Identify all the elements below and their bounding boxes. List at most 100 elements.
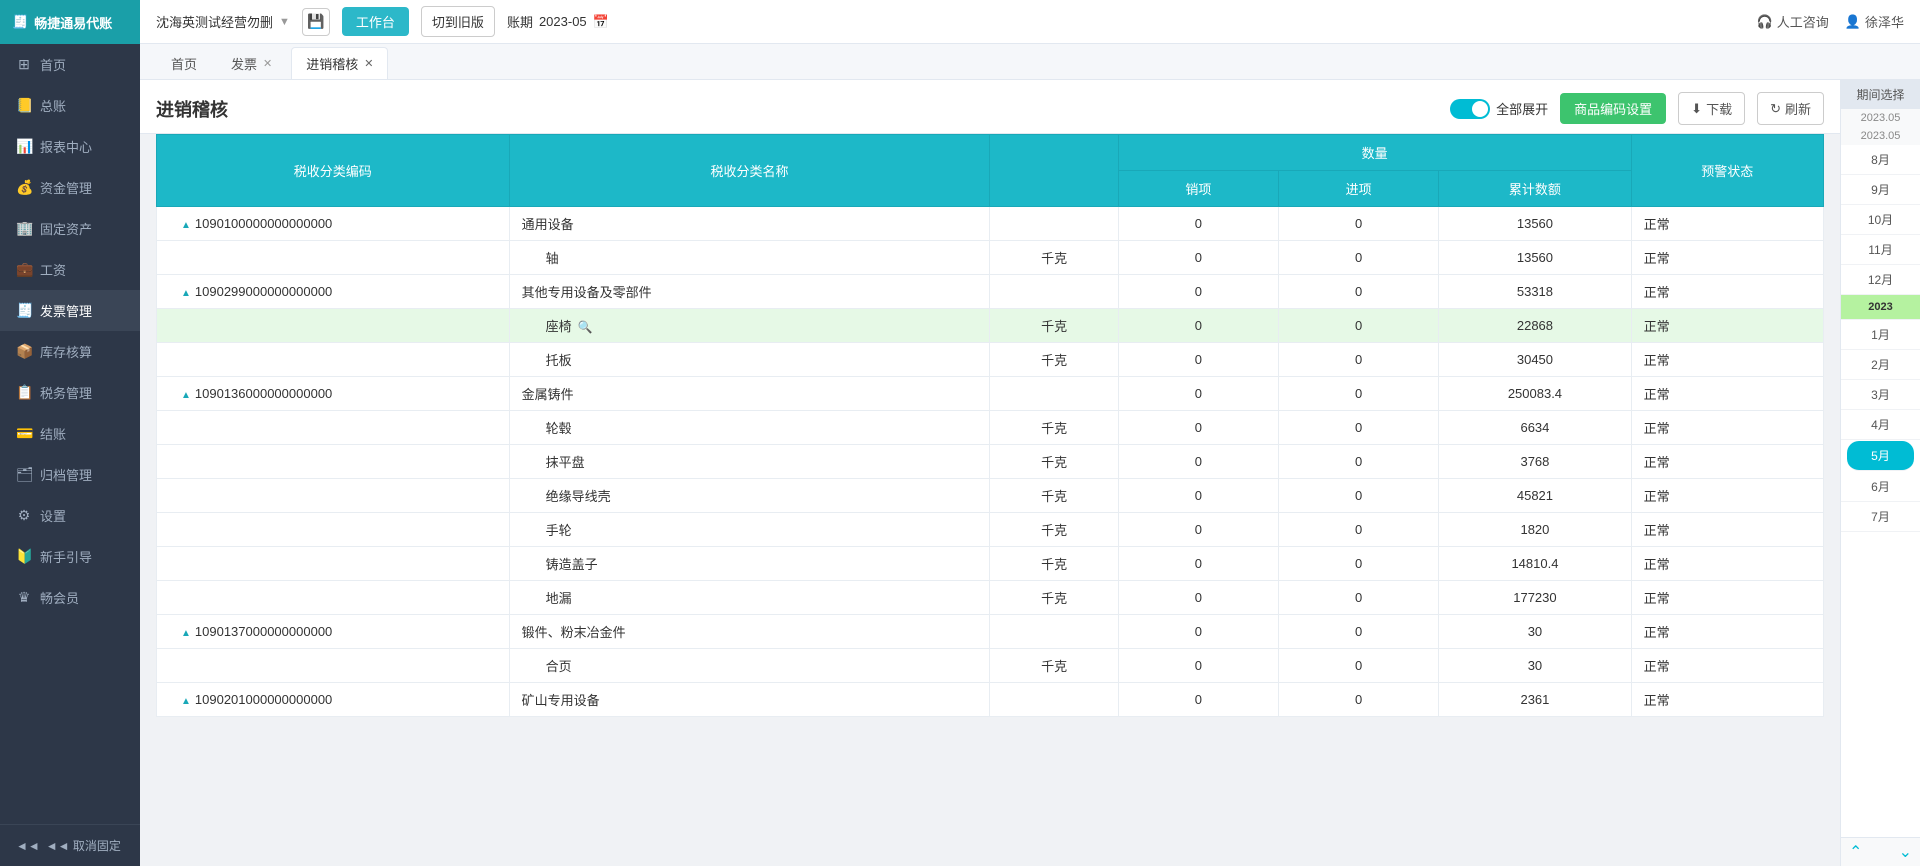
sidebar-item-assets[interactable]: 🏢固定资产 (0, 208, 140, 249)
logo-text: 畅捷通易代账 (34, 13, 112, 32)
tab-home[interactable]: 首页 (156, 47, 212, 79)
old-version-button[interactable]: 切到旧版 (421, 6, 495, 37)
period-up-btn[interactable]: ⌃ (1849, 842, 1862, 862)
row-unit: 千克 (990, 445, 1118, 479)
refresh-button[interactable]: ↻ 刷新 (1757, 92, 1824, 125)
period-month-5月[interactable]: 5月 (1847, 441, 1914, 471)
sidebar-item-guide[interactable]: 🔰新手引导 (0, 536, 140, 577)
assets-icon: 🏢 (16, 220, 32, 237)
expand-toggle[interactable] (1450, 99, 1490, 119)
invoices-icon: 🧾 (16, 302, 32, 319)
row-code (157, 581, 510, 615)
tab-close-invoice[interactable]: ✕ (263, 57, 272, 70)
row-unit: 千克 (990, 547, 1118, 581)
row-total: 13560 (1439, 207, 1631, 241)
row-purchase: 0 (1278, 615, 1438, 649)
tab-close-reconcile[interactable]: ✕ (364, 57, 373, 70)
row-status: 正常 (1631, 479, 1823, 513)
row-purchase: 0 (1278, 207, 1438, 241)
sidebar-item-ledger[interactable]: 📒总账 (0, 85, 140, 126)
table-row: ▲1090136000000000000 金属铸件 0 0 250083.4 正… (157, 377, 1824, 411)
page-actions: 全部展开 商品编码设置 ⬇ 下载 ↻ 刷新 (1450, 92, 1824, 125)
search-icon[interactable]: 🔍 (578, 320, 593, 334)
company-selector[interactable]: 沈海英测试经营勿删 ▼ (156, 12, 290, 31)
help-button[interactable]: 🎧 人工咨询 (1757, 12, 1829, 31)
sidebar-label-settings: 设置 (40, 506, 66, 525)
period-month-3月[interactable]: 3月 (1841, 380, 1920, 410)
sidebar-item-reports[interactable]: 📊报表中心 (0, 126, 140, 167)
expand-icon[interactable]: ▲ (181, 220, 191, 231)
row-purchase: 0 (1278, 479, 1438, 513)
row-sale: 0 (1118, 649, 1278, 683)
sidebar-item-settings[interactable]: ⚙设置 (0, 495, 140, 536)
row-total: 30450 (1439, 343, 1631, 377)
row-name: 通用设备 (509, 207, 990, 241)
th-unit (990, 135, 1118, 207)
row-unit: 千克 (990, 343, 1118, 377)
sidebar-item-tax[interactable]: 📋税务管理 (0, 372, 140, 413)
row-total: 53318 (1439, 275, 1631, 309)
tab-invoice[interactable]: 发票 ✕ (216, 47, 287, 79)
archive-icon: 🗂 (16, 466, 32, 483)
table-row: ▲1090299000000000000 其他专用设备及零部件 0 0 5331… (157, 275, 1824, 309)
row-code: ▲1090136000000000000 (157, 377, 510, 411)
tab-label-home: 首页 (171, 54, 197, 73)
sidebar-item-archive[interactable]: 🗂归档管理 (0, 454, 140, 495)
sidebar-item-funds[interactable]: 💰资金管理 (0, 167, 140, 208)
row-code: ▲1090201000000000000 (157, 683, 510, 717)
sidebar-item-member[interactable]: ♛畅会员 (0, 577, 140, 618)
period-month-4月[interactable]: 4月 (1841, 410, 1920, 440)
footer-label: ◄◄ 取消固定 (46, 837, 121, 854)
workbench-button[interactable]: 工作台 (342, 7, 409, 36)
period-year-divider: 2023 (1841, 295, 1920, 320)
expand-icon[interactable]: ▲ (181, 288, 191, 299)
download-button[interactable]: ⬇ 下载 (1678, 92, 1745, 125)
tab-label-reconcile: 进销稽核 (306, 54, 358, 73)
row-name: 合页 (509, 649, 990, 683)
sidebar-footer-btn[interactable]: ◄◄ ◄◄ 取消固定 (0, 824, 140, 866)
row-name: 地漏 (509, 581, 990, 615)
expand-icon[interactable]: ▲ (181, 390, 191, 401)
sidebar-label-settlement: 结账 (40, 424, 66, 443)
period-month-10月[interactable]: 10月 (1841, 205, 1920, 235)
period-month-12月[interactable]: 12月 (1841, 265, 1920, 295)
row-unit: 千克 (990, 649, 1118, 683)
page-body: 进销稽核 全部展开 商品编码设置 ⬇ 下载 ↻ 刷新 (140, 80, 1920, 866)
member-icon: ♛ (16, 589, 32, 606)
period-month-8月[interactable]: 8月 (1841, 145, 1920, 175)
table-row: 抹平盘 千克 0 0 3768 正常 (157, 445, 1824, 479)
row-name: 绝缘导线壳 (509, 479, 990, 513)
th-code: 税收分类编码 (157, 135, 510, 207)
period-month-1月[interactable]: 1月 (1841, 320, 1920, 350)
period-month-11月[interactable]: 11月 (1841, 235, 1920, 265)
tab-label-invoice: 发票 (231, 54, 257, 73)
row-status: 正常 (1631, 513, 1823, 547)
tab-reconcile[interactable]: 进销稽核 ✕ (291, 47, 388, 79)
sidebar-item-settlement[interactable]: 💳结账 (0, 413, 140, 454)
table-row: 手轮 千克 0 0 1820 正常 (157, 513, 1824, 547)
row-code (157, 343, 510, 377)
period-month-2月[interactable]: 2月 (1841, 350, 1920, 380)
calendar-icon[interactable]: 📅 (593, 14, 609, 30)
save-button[interactable]: 💾 (302, 8, 330, 36)
period-month-6月[interactable]: 6月 (1841, 472, 1920, 502)
product-code-button[interactable]: 商品编码设置 (1560, 93, 1666, 124)
sidebar-item-inventory[interactable]: 📦库存核算 (0, 331, 140, 372)
user-menu[interactable]: 👤 徐泽华 (1845, 12, 1904, 31)
row-code (157, 309, 510, 343)
sidebar-item-salary[interactable]: 💼工资 (0, 249, 140, 290)
row-purchase: 0 (1278, 275, 1438, 309)
expand-icon[interactable]: ▲ (181, 628, 191, 639)
period-down-btn[interactable]: ⌄ (1899, 842, 1912, 862)
period-month-7月[interactable]: 7月 (1841, 502, 1920, 532)
table-row: 铸造盖子 千克 0 0 14810.4 正常 (157, 547, 1824, 581)
expand-icon[interactable]: ▲ (181, 696, 191, 707)
reconcile-table: 税收分类编码 税收分类名称 数量 预警状态 销项 进项 累计数额 (156, 134, 1824, 717)
sidebar-label-funds: 资金管理 (40, 178, 92, 197)
main-content: 沈海英测试经营勿删 ▼ 💾 工作台 切到旧版 账期 2023-05 📅 🎧 人工… (140, 0, 1920, 866)
period-month-9月[interactable]: 9月 (1841, 175, 1920, 205)
sidebar-item-home[interactable]: ⊞首页 (0, 44, 140, 85)
sidebar-item-invoices[interactable]: 🧾发票管理 (0, 290, 140, 331)
ledger-icon: 📒 (16, 97, 32, 114)
row-unit: 千克 (990, 241, 1118, 275)
